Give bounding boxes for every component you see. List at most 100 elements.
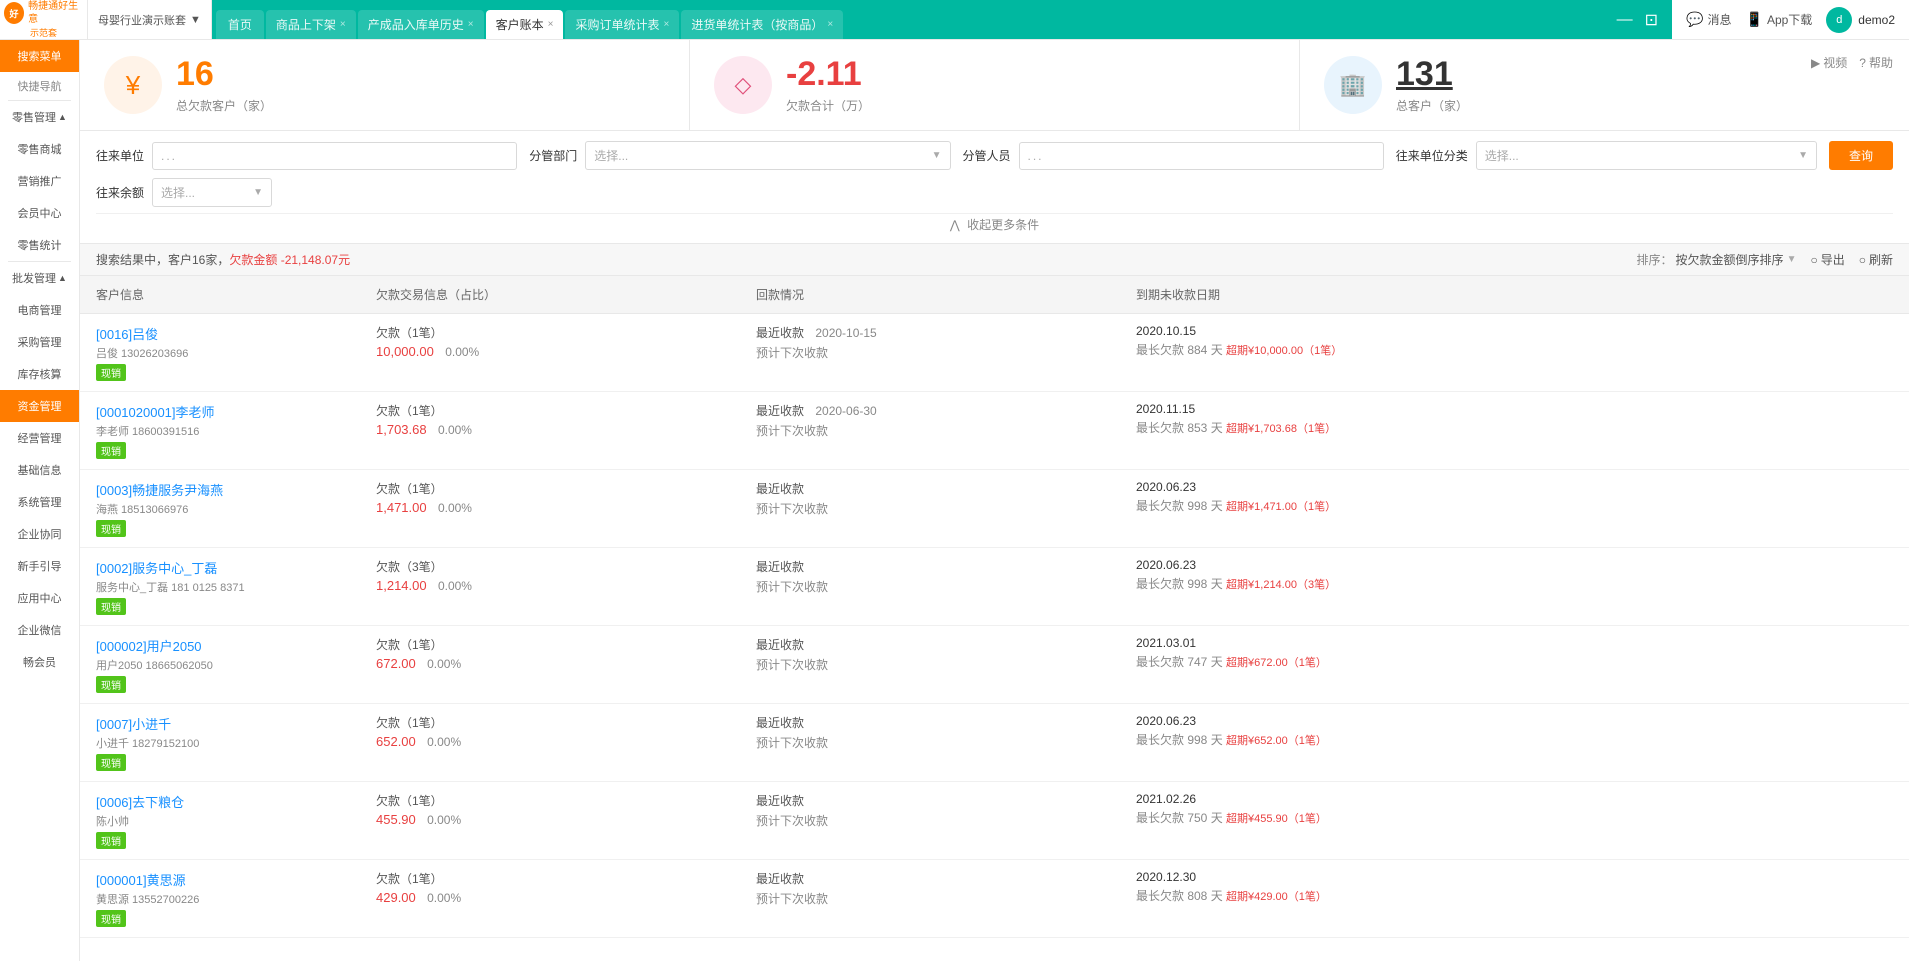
sidebar-item-enterprise[interactable]: 企业协同 (0, 518, 79, 550)
manager-input[interactable]: ... (1019, 142, 1384, 170)
debt-amount-2: 1,471.00 (376, 500, 427, 515)
customer-tag-4: 现销 (96, 676, 126, 693)
sidebar-item-vip[interactable]: 畅会员 (0, 646, 79, 678)
balance-select[interactable]: 选择... ▼ (152, 178, 272, 207)
minimize-icon[interactable]: — (1617, 11, 1633, 29)
filter-collapse-btn[interactable]: ⋀ 收起更多条件 (96, 213, 1893, 237)
industry-selector[interactable]: 母婴行业演示账套 ▼ (88, 0, 212, 39)
sidebar-item-system[interactable]: 系统管理 (0, 486, 79, 518)
return-cell-6: 最近收款 预计下次收款 (740, 782, 1120, 860)
col-header-debt: 欠款交易信息（占比） (360, 276, 740, 314)
customer-cell-6: [0006]去下粮仓 陈小帅 现销 (80, 782, 360, 860)
query-btn[interactable]: 查询 (1829, 141, 1893, 170)
sidebar-item-marketing[interactable]: 营销推广 (0, 165, 79, 197)
sidebar-item-guide[interactable]: 新手引导 (0, 550, 79, 582)
close-icon-5[interactable]: × (827, 19, 833, 30)
overdue-link-1[interactable]: 超期¥1,703.68（1笔） (1226, 423, 1336, 435)
help-btn[interactable]: ? 帮助 (1859, 54, 1893, 71)
debt-ratio-6: 0.00% (427, 813, 461, 827)
tab-product-shelf[interactable]: 商品上下架 × (266, 10, 356, 39)
overdue-link-4[interactable]: 超期¥672.00（1笔） (1226, 657, 1327, 669)
message-btn[interactable]: 💬 消息 (1686, 11, 1731, 28)
customer-cell-2: [0003]畅捷服务尹海燕 海燕 18513066976 现销 (80, 470, 360, 548)
next-collect-3: 预计下次收款 (756, 578, 1104, 595)
dept-group: 分管部门 选择... ▼ (529, 141, 950, 170)
stat-card-2: ◇ -2.11 欠款合计（万） (690, 40, 1300, 130)
source-unit-input[interactable]: ... (152, 142, 517, 170)
customer-contact-2: 海燕 18513066976 (96, 501, 344, 517)
stat-icon-2: ◇ (714, 56, 772, 114)
return-cell-1: 最近收款 2020-06-30 预计下次收款 (740, 392, 1120, 470)
debt-amount-1: 1,703.68 (376, 422, 427, 437)
sidebar-item-weixin[interactable]: 企业微信 (0, 614, 79, 646)
sidebar-item-ecommerce[interactable]: 电商管理 (0, 294, 79, 326)
debt-cell-2: 欠款（1笔） 1,471.00 0.00% (360, 470, 740, 548)
export-btn[interactable]: ○ 导出 (1810, 251, 1844, 268)
close-icon-1[interactable]: × (340, 19, 346, 30)
debt-amount-4: 672.00 (376, 656, 416, 671)
sidebar-item-purchase[interactable]: 采购管理 (0, 326, 79, 358)
tab-purchase-stats[interactable]: 进货单统计表（按商品） × (681, 10, 843, 39)
customer-name-6[interactable]: [0006]去下粮仓 (96, 792, 344, 811)
data-table: 客户信息 欠款交易信息（占比） 回款情况 到期未收款日期 [0016]吕俊 吕俊… (80, 276, 1909, 938)
dept-select[interactable]: 选择... ▼ (585, 141, 950, 170)
tab-home[interactable]: 首页 (216, 10, 264, 39)
return-cell-5: 最近收款 预计下次收款 (740, 704, 1120, 782)
overdue-link-0[interactable]: 超期¥10,000.00（1笔） (1226, 345, 1342, 357)
customer-contact-7: 黄思源 13552700226 (96, 891, 344, 907)
sidebar-item-batch-mgmt[interactable]: 批发管理 ▲ (0, 262, 79, 294)
debt-amount-5: 652.00 (376, 734, 416, 749)
sidebar-item-retail-store[interactable]: 零售商城 (0, 133, 79, 165)
overdue-link-6[interactable]: 超期¥455.90（1笔） (1226, 813, 1327, 825)
customer-name-2[interactable]: [0003]畅捷服务尹海燕 (96, 480, 344, 499)
return-cell-7: 最近收款 预计下次收款 (740, 860, 1120, 938)
overdue-link-2[interactable]: 超期¥1,471.00（1笔） (1226, 501, 1336, 513)
avatar: d (1826, 7, 1852, 33)
sidebar-item-member[interactable]: 会员中心 (0, 197, 79, 229)
customer-name-7[interactable]: [000001]黄思源 (96, 870, 344, 889)
sidebar-item-retail-mgmt[interactable]: 零售管理 ▲ (0, 101, 79, 133)
quick-nav-btn[interactable]: 快捷导航 (0, 72, 79, 100)
stat-label-1: 总欠款客户（家） (176, 97, 272, 114)
sidebar-item-operations[interactable]: 经营管理 (0, 422, 79, 454)
customer-name-1[interactable]: [0001020001]李老师 (96, 402, 344, 421)
close-icon-4[interactable]: × (664, 19, 670, 30)
overdue-link-3[interactable]: 超期¥1,214.00（3笔） (1226, 579, 1336, 591)
sidebar-item-finance[interactable]: 资金管理 (0, 390, 79, 422)
tab-customer-account[interactable]: 客户账本 × (486, 10, 564, 39)
col-header-due: 到期未收款日期 (1120, 276, 1909, 314)
sidebar-item-retail-stats[interactable]: 零售统计 (0, 229, 79, 261)
customer-cell-5: [0007]小进千 小进千 18279152100 现销 (80, 704, 360, 782)
customer-name-4[interactable]: [000002]用户2050 (96, 636, 344, 655)
sidebar-item-app-center[interactable]: 应用中心 (0, 582, 79, 614)
customer-name-3[interactable]: [0002]服务中心_丁磊 (96, 558, 344, 577)
user-menu[interactable]: d demo2 (1826, 7, 1895, 33)
debt-ratio-5: 0.00% (427, 735, 461, 749)
app-download-btn[interactable]: 📱 App下载 (1746, 11, 1813, 28)
tab-product-history[interactable]: 产成品入库单历史 × (358, 10, 484, 39)
logo-subtext: 示范套 (30, 26, 57, 39)
return-cell-3: 最近收款 预计下次收款 (740, 548, 1120, 626)
debt-label-6: 欠款（1笔） (376, 792, 724, 809)
close-icon-3[interactable]: × (548, 19, 554, 30)
overdue-link-7[interactable]: 超期¥429.00（1笔） (1226, 891, 1327, 903)
overdue-link-5[interactable]: 超期¥652.00（1笔） (1226, 735, 1327, 747)
debt-cell-7: 欠款（1笔） 429.00 0.00% (360, 860, 740, 938)
customer-contact-5: 小进千 18279152100 (96, 735, 344, 751)
due-cell-2: 2020.06.23 最长欠款 998 天 超期¥1,471.00（1笔） (1120, 470, 1909, 548)
tab-purchase-order[interactable]: 采购订单统计表 × (565, 10, 679, 39)
sidebar-item-base-info[interactable]: 基础信息 (0, 454, 79, 486)
close-icon-2[interactable]: × (468, 19, 474, 30)
sort-control[interactable]: 排序： 按欠款金额倒序排序 ▼ (1637, 251, 1797, 268)
unit-class-select[interactable]: 选择... ▼ (1476, 141, 1817, 170)
sidebar-item-inventory[interactable]: 库存核算 (0, 358, 79, 390)
search-menu-btn[interactable]: 搜索菜单 (0, 40, 79, 72)
refresh-btn[interactable]: ○ 刷新 (1859, 251, 1893, 268)
maximize-icon[interactable]: ⊡ (1645, 10, 1658, 30)
return-cell-2: 最近收款 预计下次收款 (740, 470, 1120, 548)
customer-name-0[interactable]: [0016]吕俊 (96, 324, 344, 343)
video-btn[interactable]: ▶ 视频 (1811, 54, 1847, 71)
customer-contact-4: 用户2050 18665062050 (96, 657, 344, 673)
overdue-days-1: 最长欠款 853 天 (1136, 421, 1226, 435)
customer-name-5[interactable]: [0007]小进千 (96, 714, 344, 733)
